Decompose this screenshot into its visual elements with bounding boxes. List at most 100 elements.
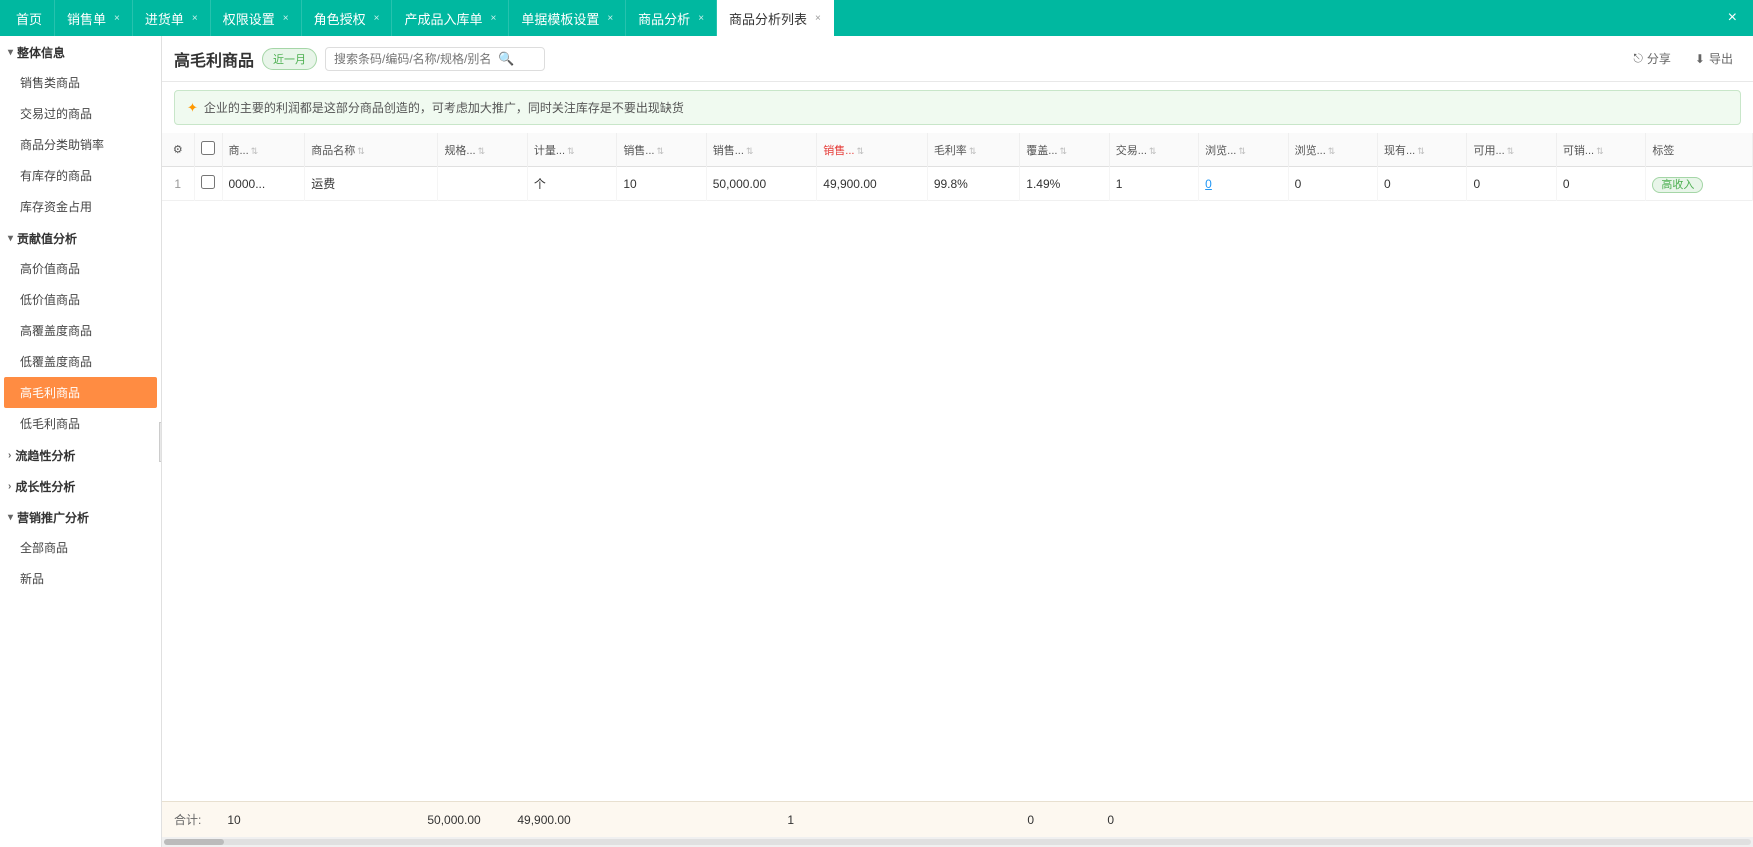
- col-view1[interactable]: 浏览...⇅: [1199, 133, 1288, 167]
- col-sale-amt[interactable]: 销售...⇅: [706, 133, 817, 167]
- col-spec[interactable]: 规格...⇅: [438, 133, 527, 167]
- nav-role-auth[interactable]: 角色授权 ×: [302, 0, 393, 36]
- nav-product-inbound-close[interactable]: ×: [490, 13, 496, 24]
- col-coverage[interactable]: 覆盖...⇅: [1020, 133, 1109, 167]
- cell-view1[interactable]: 0: [1199, 167, 1288, 201]
- cell-spec: [438, 167, 527, 201]
- footer-values: 10 50,000.00 49,900.00 1 0 0: [221, 813, 1741, 827]
- info-banner: ✦ 企业的主要的利润都是这部分商品创造的，可考虑加大推广，同时关注库存是不要出现…: [174, 90, 1741, 125]
- page-title: 高毛利商品: [174, 47, 254, 71]
- col-tx-count[interactable]: 交易...⇅: [1109, 133, 1198, 167]
- sidebar-item-low-margin[interactable]: 低毛利商品: [0, 408, 161, 439]
- search-box: 🔍: [325, 47, 545, 71]
- select-all-checkbox[interactable]: [201, 141, 215, 155]
- sidebar-group-overall[interactable]: ▾ 整体信息: [0, 36, 161, 67]
- sort-current-icon: ⇅: [1417, 146, 1425, 156]
- main-layout: « ▾ 整体信息 销售类商品 交易过的商品 商品分类助销率 有库存的商品 库存资…: [0, 36, 1753, 847]
- sort-view1-icon: ⇅: [1238, 146, 1246, 156]
- cell-code: 0000...: [222, 167, 305, 201]
- sidebar-item-new-goods[interactable]: 新品: [0, 563, 161, 594]
- col-current[interactable]: 现有...⇅: [1378, 133, 1467, 167]
- search-input[interactable]: [334, 52, 494, 66]
- col-settings[interactable]: ⚙: [162, 133, 194, 167]
- horizontal-scrollbar[interactable]: [162, 837, 1753, 847]
- window-close-button[interactable]: ×: [1716, 9, 1749, 27]
- cell-gross-margin: 99.8%: [927, 167, 1019, 201]
- cell-tx-count: 1: [1109, 167, 1198, 201]
- nav-product-analysis-close[interactable]: ×: [698, 13, 704, 24]
- tag-badge: 高收入: [1652, 177, 1703, 193]
- export-icon: ⬇: [1695, 52, 1705, 66]
- table-container: ⚙ 商...⇅ 商品名称⇅ 规格...⇅ 计量...⇅ 销售...⇅ 销售...…: [162, 133, 1753, 801]
- sidebar-item-high-value[interactable]: 高价值商品: [0, 253, 161, 284]
- nav-product-analysis[interactable]: 商品分析 ×: [626, 0, 717, 36]
- nav-permission-settings-close[interactable]: ×: [283, 13, 289, 24]
- col-sale-profit[interactable]: 销售...⇅: [817, 133, 928, 167]
- sort-sale-profit-icon: ⇅: [856, 146, 864, 156]
- group-overall-arrow: ▾: [8, 47, 13, 58]
- sort-sale-amt-icon: ⇅: [746, 146, 754, 156]
- col-code[interactable]: 商...⇅: [222, 133, 305, 167]
- nav-product-analysis-list[interactable]: 商品分析列表 ×: [717, 0, 834, 36]
- sidebar-item-low-coverage[interactable]: 低覆盖度商品: [0, 346, 161, 377]
- footer-available: 0: [1101, 813, 1181, 827]
- sidebar-collapse-button[interactable]: «: [159, 422, 162, 462]
- sidebar-item-high-margin[interactable]: 高毛利商品: [4, 377, 157, 408]
- footer-total: 合计: 10 50,000.00 49,900.00 1 0 0: [162, 801, 1753, 837]
- sidebar-item-category-rate[interactable]: 商品分类助销率: [0, 129, 161, 160]
- sidebar-group-contribution[interactable]: ▾ 贡献值分析: [0, 222, 161, 253]
- footer-tx-count: 1: [781, 813, 861, 827]
- group-growth-arrow: ›: [8, 481, 11, 492]
- period-button[interactable]: 近一月: [262, 48, 317, 70]
- sidebar-item-traded-goods[interactable]: 交易过的商品: [0, 98, 161, 129]
- sidebar-group-growth[interactable]: › 成长性分析: [0, 470, 161, 501]
- col-available[interactable]: 可用...⇅: [1467, 133, 1556, 167]
- scrollbar-thumb[interactable]: [164, 839, 224, 845]
- search-icon[interactable]: 🔍: [498, 51, 514, 67]
- col-unit[interactable]: 计量...⇅: [527, 133, 616, 167]
- nav-product-analysis-list-close[interactable]: ×: [815, 13, 821, 24]
- footer-empty1: [601, 813, 691, 827]
- nav-purchase-order[interactable]: 进货单 ×: [133, 0, 211, 36]
- footer-empty4: [941, 813, 1021, 827]
- cell-checkbox: [194, 167, 222, 201]
- cell-current: 0: [1378, 167, 1467, 201]
- sort-code-icon: ⇅: [251, 146, 259, 156]
- sidebar-item-high-coverage[interactable]: 高覆盖度商品: [0, 315, 161, 346]
- sidebar-group-marketing[interactable]: ▾ 营销推广分析: [0, 501, 161, 532]
- nav-template-settings-close[interactable]: ×: [607, 13, 613, 24]
- col-checkbox: [194, 133, 222, 167]
- cell-row-num: 1: [162, 167, 194, 201]
- nav-purchase-order-close[interactable]: ×: [192, 13, 198, 24]
- footer-empty3: [861, 813, 941, 827]
- sidebar-group-trend[interactable]: › 流趋性分析: [0, 439, 161, 470]
- sidebar-item-in-stock[interactable]: 有库存的商品: [0, 160, 161, 191]
- col-sellable[interactable]: 可销...⇅: [1556, 133, 1645, 167]
- cell-tag: 高收入: [1646, 167, 1753, 201]
- cell-sale-profit: 49,900.00: [817, 167, 928, 201]
- share-button[interactable]: ⎋ 分享: [1625, 46, 1679, 71]
- row-checkbox[interactable]: [201, 175, 215, 189]
- col-gross-margin[interactable]: 毛利率⇅: [927, 133, 1019, 167]
- nav-role-auth-close[interactable]: ×: [374, 13, 380, 24]
- group-trend-arrow: ›: [8, 450, 11, 461]
- nav-permission-settings[interactable]: 权限设置 ×: [211, 0, 302, 36]
- sidebar-item-all-goods[interactable]: 全部商品: [0, 532, 161, 563]
- col-sale-qty[interactable]: 销售...⇅: [617, 133, 706, 167]
- sidebar-item-sales-goods[interactable]: 销售类商品: [0, 67, 161, 98]
- nav-template-settings[interactable]: 单据模板设置 ×: [509, 0, 626, 36]
- sort-spec-icon: ⇅: [478, 146, 486, 156]
- sort-coverage-icon: ⇅: [1059, 146, 1067, 156]
- col-view2[interactable]: 浏览...⇅: [1288, 133, 1377, 167]
- nav-sales-order[interactable]: 销售单 ×: [55, 0, 133, 36]
- nav-product-inbound[interactable]: 产成品入库单 ×: [392, 0, 509, 36]
- export-button[interactable]: ⬇ 导出: [1687, 46, 1741, 71]
- cell-unit: 个: [527, 167, 616, 201]
- cell-coverage: 1.49%: [1020, 167, 1109, 201]
- sidebar-item-low-value[interactable]: 低价值商品: [0, 284, 161, 315]
- nav-home[interactable]: 首页: [4, 0, 55, 36]
- nav-sales-order-close[interactable]: ×: [114, 13, 120, 24]
- sort-unit-icon: ⇅: [567, 146, 575, 156]
- col-name[interactable]: 商品名称⇅: [305, 133, 438, 167]
- sidebar-item-stock-capital[interactable]: 库存资金占用: [0, 191, 161, 222]
